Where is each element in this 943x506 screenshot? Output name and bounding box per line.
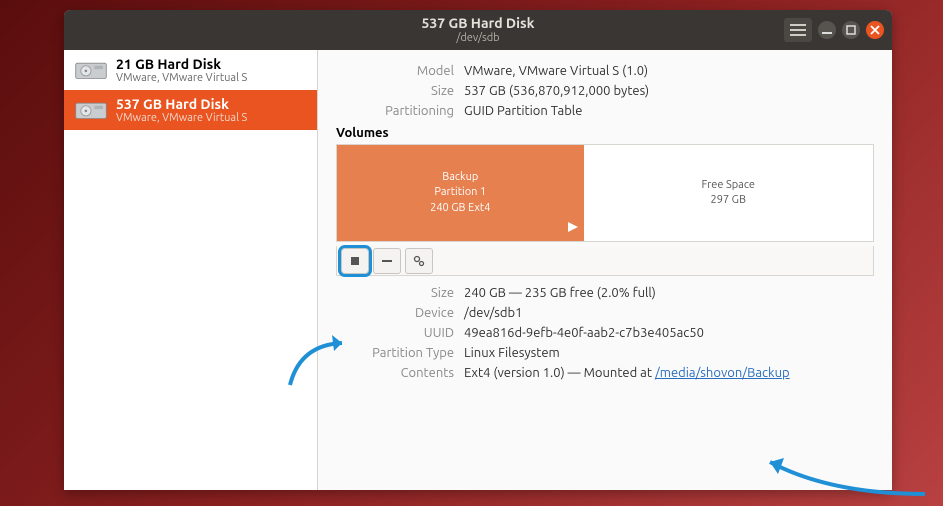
minus-icon (381, 255, 393, 267)
maximize-button[interactable] (842, 21, 860, 39)
mount-path-link[interactable]: /media/shovon/Backup (655, 366, 790, 380)
titlebar: 537 GB Hard Disk /dev/sdb (64, 10, 892, 50)
mount-indicator-icon (568, 222, 578, 237)
disk-title: 21 GB Hard Disk (116, 56, 247, 72)
partition-backup[interactable]: Backup Partition 1 240 GB Ext4 (337, 145, 584, 241)
partitioning-label: Partitioning (336, 104, 454, 118)
vol-size-label: Size (336, 286, 454, 300)
volume-details: Size 240 GB — 235 GB free (2.0% full) Dev… (336, 286, 874, 380)
close-icon (870, 25, 880, 35)
disk-sidebar: 21 GB Hard Disk VMware, VMware Virtual S… (64, 50, 318, 490)
partition-number: Partition 1 (434, 185, 486, 200)
vol-contents-label: Contents (336, 366, 454, 380)
partition-options-button[interactable] (405, 248, 433, 274)
vol-pt-label: Partition Type (336, 346, 454, 360)
hamburger-icon (790, 22, 806, 38)
close-button[interactable] (866, 21, 884, 39)
vol-device-label: Device (336, 306, 454, 320)
partitioning-value: GUID Partition Table (464, 104, 582, 118)
minimize-icon (822, 25, 832, 35)
disks-window: 537 GB Hard Disk /dev/sdb (64, 10, 892, 490)
stop-icon (349, 255, 361, 267)
partition-fs: 240 GB Ext4 (430, 201, 490, 216)
content-pane: Model VMware, VMware Virtual S (1.0) Size… (318, 50, 892, 490)
vol-uuid-value: 49ea816d-9efb-4e0f-aab2-c7b3e405ac50 (464, 326, 704, 340)
model-value: VMware, VMware Virtual S (1.0) (464, 64, 648, 78)
minimize-button[interactable] (818, 21, 836, 39)
disk-sub: VMware, VMware Virtual S (116, 112, 247, 124)
maximize-icon (846, 25, 856, 35)
contents-prefix: Ext4 (version 1.0) — Mounted at (464, 366, 655, 380)
volumes-bar: Backup Partition 1 240 GB Ext4 Free Spac… (336, 144, 874, 242)
vol-size-value: 240 GB — 235 GB free (2.0% full) (464, 286, 656, 300)
free-space-size: 297 GB (711, 193, 746, 208)
unmount-button[interactable] (341, 248, 369, 274)
gears-icon (413, 255, 425, 267)
vol-uuid-label: UUID (336, 326, 454, 340)
partition-free-space[interactable]: Free Space 297 GB (584, 145, 873, 241)
window-title: 537 GB Hard Disk (64, 15, 892, 32)
free-space-label: Free Space (702, 178, 755, 193)
harddisk-icon (74, 98, 108, 122)
vol-contents-value: Ext4 (version 1.0) — Mounted at /media/s… (464, 366, 790, 380)
sidebar-item-disk-0[interactable]: 21 GB Hard Disk VMware, VMware Virtual S (64, 50, 317, 90)
volume-toolbar (336, 246, 874, 276)
disk-sub: VMware, VMware Virtual S (116, 72, 247, 84)
vol-pt-value: Linux Filesystem (464, 346, 560, 360)
window-subtitle: /dev/sdb (64, 32, 892, 45)
partition-name: Backup (442, 170, 478, 185)
volumes-heading: Volumes (336, 126, 874, 140)
harddisk-icon (74, 58, 108, 82)
menu-button[interactable] (784, 18, 812, 42)
delete-partition-button[interactable] (373, 248, 401, 274)
model-label: Model (336, 64, 454, 78)
sidebar-item-disk-1[interactable]: 537 GB Hard Disk VMware, VMware Virtual … (64, 90, 317, 130)
disk-title: 537 GB Hard Disk (116, 96, 247, 112)
vol-device-value: /dev/sdb1 (464, 306, 522, 320)
size-label: Size (336, 84, 454, 98)
size-value: 537 GB (536,870,912,000 bytes) (464, 84, 649, 98)
